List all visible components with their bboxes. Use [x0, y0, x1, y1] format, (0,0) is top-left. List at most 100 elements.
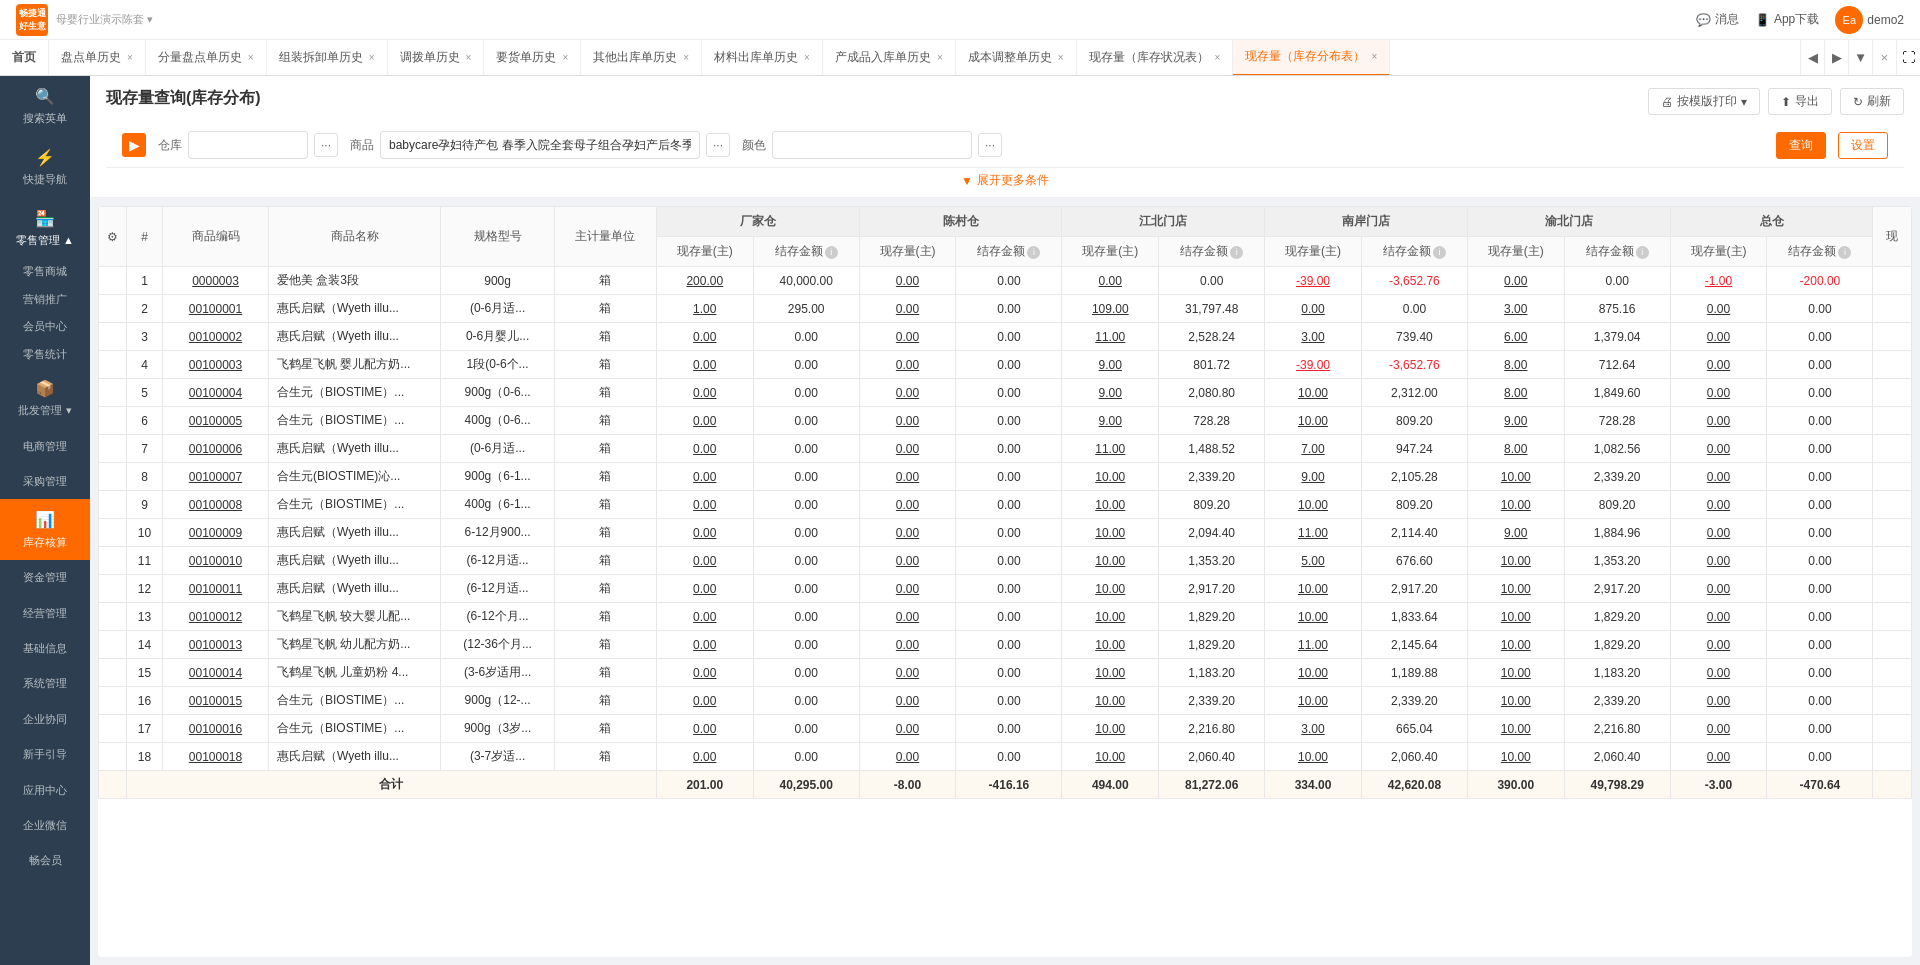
row-code[interactable]: 00100010 — [163, 547, 269, 575]
sidebar-item-retail-store[interactable]: 零售商城 — [0, 258, 90, 285]
row-jiangbei-stock[interactable]: 10.00 — [1062, 631, 1159, 659]
row-code[interactable]: 00100011 — [163, 575, 269, 603]
row-total-stock[interactable]: 0.00 — [1670, 379, 1767, 407]
row-jiangbei-stock[interactable]: 11.00 — [1062, 435, 1159, 463]
row-factory-stock[interactable]: 0.00 — [656, 687, 753, 715]
row-total-stock[interactable]: 0.00 — [1670, 743, 1767, 771]
app-download-btn[interactable]: 📱 App下载 — [1755, 11, 1819, 28]
export-btn[interactable]: ⬆ 导出 — [1768, 88, 1832, 115]
row-total-stock[interactable]: 0.00 — [1670, 351, 1767, 379]
row-total-stock[interactable]: 0.00 — [1670, 715, 1767, 743]
row-nanan-stock[interactable]: 11.00 — [1265, 631, 1362, 659]
sidebar-item-operations[interactable]: 经营管理 — [0, 596, 90, 631]
query-btn[interactable]: 查询 — [1776, 132, 1826, 159]
info-icon[interactable]: i — [1636, 246, 1649, 259]
row-nanan-stock[interactable]: 10.00 — [1265, 687, 1362, 715]
row-factory-stock[interactable]: 0.00 — [656, 351, 753, 379]
row-total-stock[interactable]: 0.00 — [1670, 575, 1767, 603]
row-factory-stock[interactable]: 0.00 — [656, 659, 753, 687]
row-total-stock[interactable]: 0.00 — [1670, 323, 1767, 351]
row-code[interactable]: 00100018 — [163, 743, 269, 771]
close-icon[interactable]: × — [369, 52, 375, 63]
row-code[interactable]: 00100005 — [163, 407, 269, 435]
close-icon[interactable]: × — [1215, 52, 1221, 63]
gear-icon[interactable]: ⚙ — [107, 230, 118, 244]
row-nanan-stock[interactable]: 9.00 — [1265, 463, 1362, 491]
tab-close-all-btn[interactable]: × — [1872, 40, 1896, 76]
row-jiangbei-stock[interactable]: 109.00 — [1062, 295, 1159, 323]
row-yubeimen-stock[interactable]: 8.00 — [1467, 435, 1564, 463]
row-outlet-stock[interactable]: 0.00 — [859, 519, 956, 547]
row-total-stock[interactable]: 0.00 — [1670, 463, 1767, 491]
row-code[interactable]: 00100002 — [163, 323, 269, 351]
row-yubeimen-stock[interactable]: 10.00 — [1467, 715, 1564, 743]
row-code[interactable]: 00100004 — [163, 379, 269, 407]
row-yubeimen-stock[interactable]: 10.00 — [1467, 631, 1564, 659]
row-code[interactable]: 00100009 — [163, 519, 269, 547]
sidebar-item-nav[interactable]: ⚡ 快捷导航 — [0, 137, 90, 198]
row-yubeimen-stock[interactable]: 6.00 — [1467, 323, 1564, 351]
row-yubeimen-stock[interactable]: 10.00 — [1467, 603, 1564, 631]
tab-prev-btn[interactable]: ◀ — [1800, 40, 1824, 76]
row-outlet-stock[interactable]: 0.00 — [859, 491, 956, 519]
row-yubeimen-stock[interactable]: 10.00 — [1467, 687, 1564, 715]
row-jiangbei-stock[interactable]: 10.00 — [1062, 547, 1159, 575]
close-icon[interactable]: × — [248, 52, 254, 63]
close-icon[interactable]: × — [937, 52, 943, 63]
row-jiangbei-stock[interactable]: 9.00 — [1062, 351, 1159, 379]
row-jiangbei-stock[interactable]: 10.00 — [1062, 715, 1159, 743]
row-total-stock[interactable]: 0.00 — [1670, 435, 1767, 463]
row-outlet-stock[interactable]: 0.00 — [859, 323, 956, 351]
row-factory-stock[interactable]: 0.00 — [656, 379, 753, 407]
row-total-stock[interactable]: 0.00 — [1670, 407, 1767, 435]
row-factory-stock[interactable]: 0.00 — [656, 715, 753, 743]
tab-inventory-split[interactable]: 分量盘点单历史 × — [146, 40, 267, 76]
row-code[interactable]: 00100012 — [163, 603, 269, 631]
row-code[interactable]: 0000003 — [163, 267, 269, 295]
sidebar-item-new-guide[interactable]: 新手引导 — [0, 737, 90, 772]
info-icon[interactable]: i — [1838, 246, 1851, 259]
row-total-stock[interactable]: 0.00 — [1670, 603, 1767, 631]
row-factory-stock[interactable]: 0.00 — [656, 743, 753, 771]
row-jiangbei-stock[interactable]: 10.00 — [1062, 575, 1159, 603]
row-nanan-stock[interactable]: 10.00 — [1265, 659, 1362, 687]
info-icon[interactable]: i — [1433, 246, 1446, 259]
row-yubeimen-stock[interactable]: 8.00 — [1467, 351, 1564, 379]
row-total-stock[interactable]: 0.00 — [1670, 659, 1767, 687]
row-jiangbei-stock[interactable]: 10.00 — [1062, 659, 1159, 687]
row-outlet-stock[interactable]: 0.00 — [859, 603, 956, 631]
row-code[interactable]: 00100014 — [163, 659, 269, 687]
row-factory-stock[interactable]: 200.00 — [656, 267, 753, 295]
row-code[interactable]: 00100013 — [163, 631, 269, 659]
tab-stock-status[interactable]: 现存量（库存状况表）× — [1077, 40, 1234, 76]
row-outlet-stock[interactable]: 0.00 — [859, 659, 956, 687]
row-code[interactable]: 00100007 — [163, 463, 269, 491]
sidebar-item-purchase[interactable]: 采购管理 — [0, 464, 90, 499]
warehouse-input[interactable] — [188, 131, 308, 159]
row-jiangbei-stock[interactable]: 9.00 — [1062, 379, 1159, 407]
row-yubeimen-stock[interactable]: 0.00 — [1467, 267, 1564, 295]
close-icon[interactable]: × — [1371, 51, 1377, 62]
row-factory-stock[interactable]: 0.00 — [656, 407, 753, 435]
tab-cost-adjust[interactable]: 成本调整单历史 × — [956, 40, 1077, 76]
more-conditions-btn[interactable]: ▼ 展开更多条件 — [961, 172, 1049, 189]
row-outlet-stock[interactable]: 0.00 — [859, 463, 956, 491]
row-outlet-stock[interactable]: 0.00 — [859, 743, 956, 771]
row-outlet-stock[interactable]: 0.00 — [859, 407, 956, 435]
sidebar-item-member[interactable]: 会员中心 — [0, 313, 90, 340]
row-code[interactable]: 00100016 — [163, 715, 269, 743]
tab-home[interactable]: 首页 — [0, 40, 49, 76]
row-yubeimen-stock[interactable]: 8.00 — [1467, 379, 1564, 407]
search-toggle-btn[interactable]: ▶ — [122, 133, 146, 157]
row-nanan-stock[interactable]: 5.00 — [1265, 547, 1362, 575]
row-outlet-stock[interactable]: 0.00 — [859, 379, 956, 407]
row-code[interactable]: 00100008 — [163, 491, 269, 519]
row-code[interactable]: 00100006 — [163, 435, 269, 463]
row-outlet-stock[interactable]: 0.00 — [859, 575, 956, 603]
sidebar-item-retail-mgmt[interactable]: 🏪 零售管理 ▲ — [0, 198, 90, 259]
row-total-stock[interactable]: 0.00 — [1670, 547, 1767, 575]
row-factory-stock[interactable]: 0.00 — [656, 323, 753, 351]
sidebar-item-retail-stats[interactable]: 零售统计 — [0, 341, 90, 368]
row-nanan-stock[interactable]: 3.00 — [1265, 715, 1362, 743]
row-nanan-stock[interactable]: 10.00 — [1265, 491, 1362, 519]
